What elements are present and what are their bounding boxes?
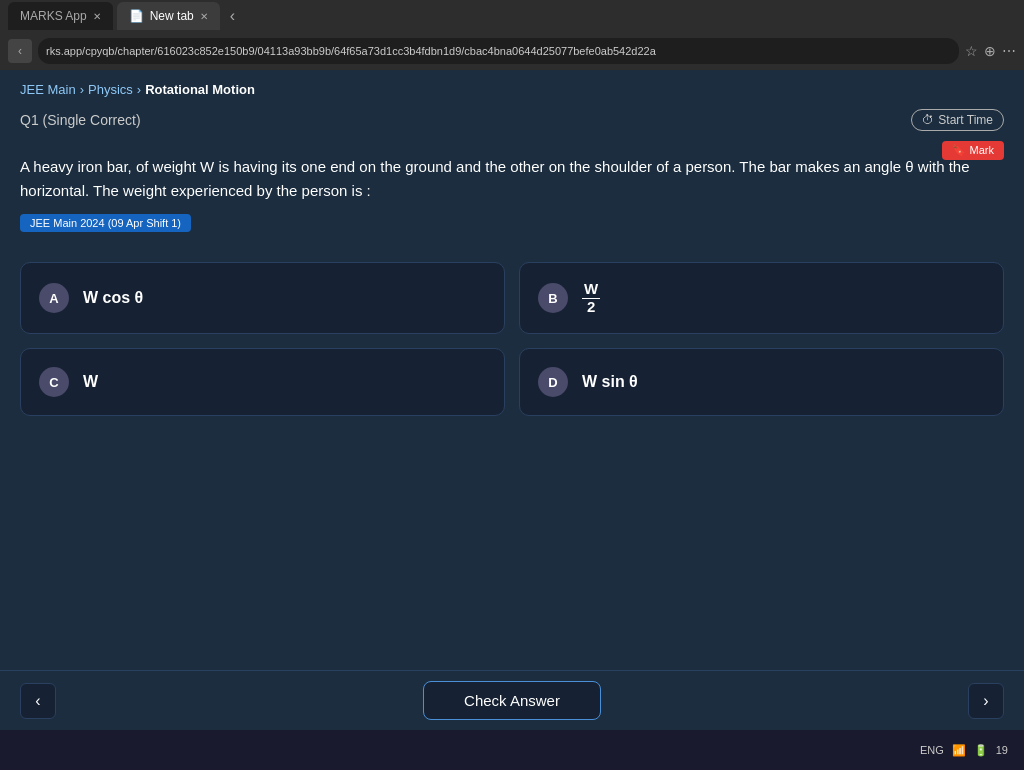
question-header: Q1 (Single Correct) ⏱ Start Time [0, 103, 1024, 141]
wifi-icon: 📶 [952, 744, 966, 757]
question-tag: JEE Main 2024 (09 Apr Shift 1) [20, 214, 191, 232]
page-icon: 📄 [129, 9, 144, 23]
option-d[interactable]: D W sin θ [519, 348, 1004, 416]
question-body: A heavy iron bar, of weight W is having … [0, 149, 1024, 262]
option-c-badge: C [39, 367, 69, 397]
tab-new[interactable]: 📄 New tab ✕ [117, 2, 220, 30]
option-a-badge: A [39, 283, 69, 313]
option-c-text: W [83, 373, 98, 391]
battery-icon: 🔋 [974, 744, 988, 757]
bookmark-icon[interactable]: ☆ [965, 43, 978, 59]
prev-button[interactable]: ‹ [20, 683, 56, 719]
tab-new-label: New tab [150, 9, 194, 23]
option-c[interactable]: C W [20, 348, 505, 416]
taskbar: ENG 📶 🔋 19 [0, 730, 1024, 770]
start-time-button[interactable]: ⏱ Start Time [911, 109, 1004, 131]
breadcrumb-physics[interactable]: Physics [88, 82, 133, 97]
address-input[interactable] [38, 38, 959, 64]
question-text: A heavy iron bar, of weight W is having … [20, 155, 1004, 203]
browser-chrome: MARKS App ✕ 📄 New tab ✕ ‹ ‹ ☆ ⊕ ⋯ [0, 0, 1024, 70]
option-b-badge: B [538, 283, 568, 313]
option-b[interactable]: B W 2 [519, 262, 1004, 334]
tab-marks[interactable]: MARKS App ✕ [8, 2, 113, 30]
clock-icon: ⏱ [922, 113, 934, 127]
taskbar-system-icons: ENG 📶 🔋 19 [920, 744, 1008, 757]
new-tab-button[interactable]: ‹ [224, 7, 241, 25]
prev-icon: ‹ [35, 692, 40, 710]
tab-marks-label: MARKS App [20, 9, 87, 23]
breadcrumb: JEE Main › Physics › Rotational Motion [0, 70, 1024, 103]
option-d-text: W sin θ [582, 373, 638, 391]
language-indicator: ENG [920, 744, 944, 756]
tab-new-close[interactable]: ✕ [200, 11, 208, 22]
address-bar-row: ‹ ☆ ⊕ ⋯ [0, 32, 1024, 70]
fraction-w-over-2: W 2 [582, 281, 600, 315]
tab-marks-close[interactable]: ✕ [93, 11, 101, 22]
question-label: Q1 (Single Correct) [20, 112, 141, 128]
option-b-text: W 2 [582, 281, 600, 315]
option-a-text: W cos θ [83, 289, 143, 307]
options-grid: A W cos θ B W 2 C W D W sin θ [0, 262, 1024, 436]
time-display: 19 [996, 744, 1008, 756]
tab-bar: MARKS App ✕ 📄 New tab ✕ ‹ [0, 0, 1024, 32]
option-a[interactable]: A W cos θ [20, 262, 505, 334]
next-button[interactable]: › [968, 683, 1004, 719]
back-button[interactable]: ‹ [8, 39, 32, 63]
browser-actions: ☆ ⊕ ⋯ [965, 43, 1016, 59]
check-answer-label: Check Answer [464, 692, 560, 709]
breadcrumb-rotational-motion: Rotational Motion [145, 82, 255, 97]
app-content: JEE Main › Physics › Rotational Motion Q… [0, 70, 1024, 770]
check-answer-button[interactable]: Check Answer [423, 681, 601, 720]
breadcrumb-jee-main[interactable]: JEE Main [20, 82, 76, 97]
option-d-badge: D [538, 367, 568, 397]
next-icon: › [983, 692, 988, 710]
share-icon[interactable]: ⊕ [984, 43, 996, 59]
start-time-label: Start Time [938, 113, 993, 127]
bottom-nav: ‹ Check Answer › [0, 670, 1024, 730]
more-icon[interactable]: ⋯ [1002, 43, 1016, 59]
